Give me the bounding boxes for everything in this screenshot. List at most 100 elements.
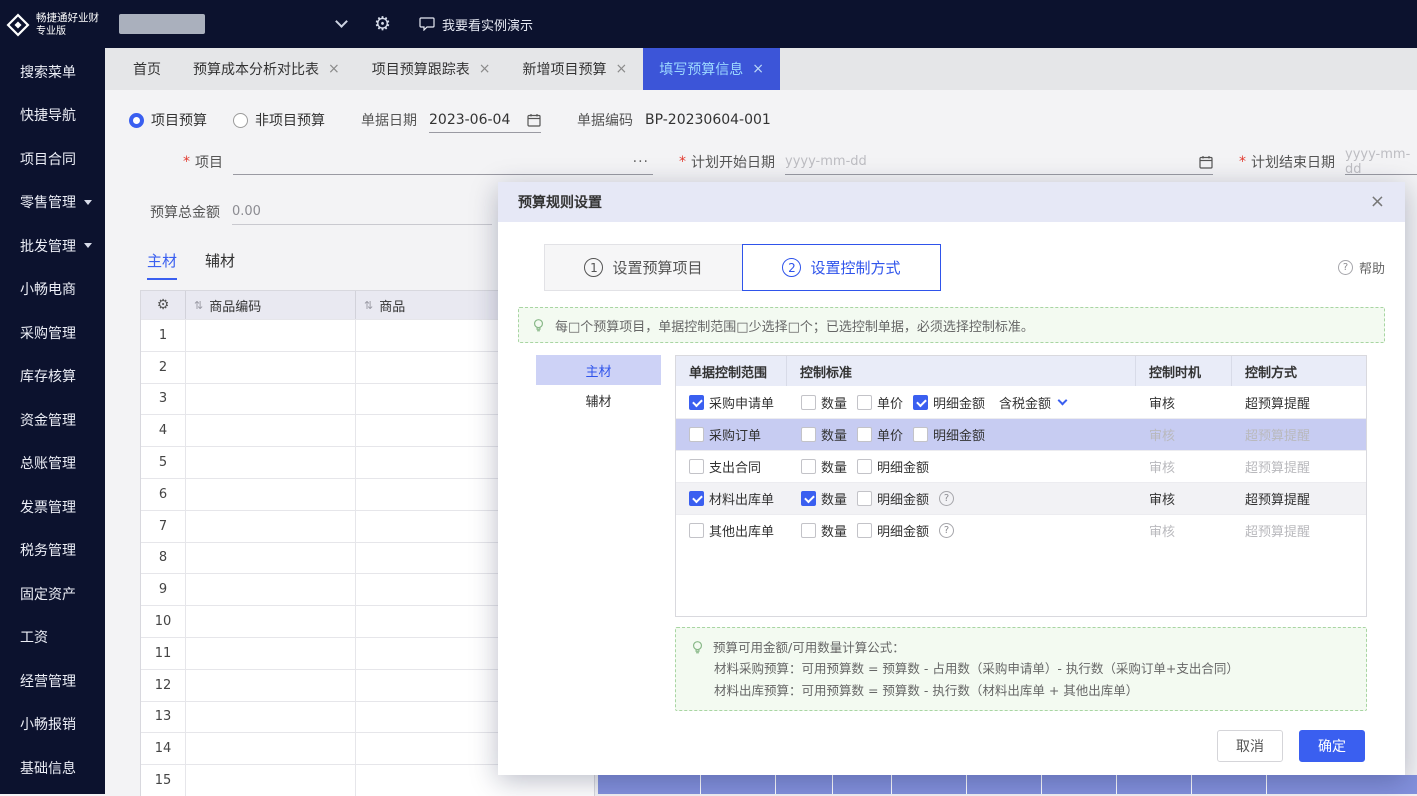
rule-row-4[interactable]: 其他出库单 数量 明细金额? 审核 超预算提醒 bbox=[676, 514, 1366, 546]
checkbox[interactable] bbox=[801, 427, 816, 442]
sidebar-item-4[interactable]: 批发管理 bbox=[0, 224, 105, 268]
side-tab-aux-material[interactable]: 辅材 bbox=[536, 385, 661, 415]
cancel-button[interactable]: 取消 bbox=[1217, 730, 1283, 762]
close-icon[interactable]: × bbox=[328, 61, 340, 77]
cell-product-code[interactable] bbox=[186, 447, 356, 478]
cell-product-code[interactable] bbox=[186, 765, 356, 796]
tab-main-material[interactable]: 主材 bbox=[147, 250, 178, 280]
sidebar-item-11[interactable]: 税务管理 bbox=[0, 529, 105, 573]
document-tab-2[interactable]: 项目预算跟踪表 × bbox=[356, 48, 507, 90]
confirm-button[interactable]: 确定 bbox=[1299, 730, 1365, 762]
checkbox[interactable] bbox=[689, 523, 704, 538]
checkbox[interactable] bbox=[801, 523, 816, 538]
sort-icon[interactable]: ⇅ bbox=[194, 299, 203, 312]
standard-checkbox[interactable]: 单价 bbox=[857, 425, 903, 444]
radio-project-budget[interactable]: 项目预算 bbox=[129, 110, 207, 130]
cell-product-code[interactable] bbox=[186, 510, 356, 542]
cell-product-code[interactable] bbox=[186, 669, 356, 701]
close-icon[interactable]: × bbox=[615, 61, 627, 77]
chevron-down-icon[interactable] bbox=[335, 15, 348, 28]
document-tab-4[interactable]: 填写预算信息 × bbox=[643, 48, 780, 90]
doc-checkbox[interactable]: 支出合同 bbox=[689, 457, 761, 476]
standard-checkbox[interactable]: 数量 bbox=[801, 489, 847, 508]
cell-product-code[interactable] bbox=[186, 637, 356, 669]
sidebar-item-16[interactable]: 基础信息 bbox=[0, 746, 105, 790]
standard-checkbox[interactable]: 单价 bbox=[857, 393, 903, 412]
doc-checkbox[interactable]: 其他出库单 bbox=[689, 521, 774, 540]
sidebar-item-13[interactable]: 工资 bbox=[0, 616, 105, 660]
checkbox[interactable] bbox=[801, 394, 816, 410]
close-icon[interactable]: × bbox=[1370, 193, 1385, 211]
checkbox[interactable] bbox=[801, 459, 816, 474]
gear-icon[interactable]: ⚙ bbox=[374, 14, 391, 34]
checkbox[interactable] bbox=[857, 523, 873, 538]
demo-link[interactable]: 我要看实例演示 bbox=[419, 15, 533, 34]
checkbox[interactable] bbox=[689, 394, 704, 410]
rule-row-1[interactable]: 采购订单 数量 单价 明细金额 审核 超预算提醒 bbox=[676, 418, 1366, 450]
sidebar-item-9[interactable]: 总账管理 bbox=[0, 442, 105, 486]
calendar-icon[interactable] bbox=[1199, 155, 1213, 169]
checkbox[interactable] bbox=[857, 394, 873, 410]
checkbox[interactable] bbox=[857, 427, 873, 442]
cell-product-code[interactable] bbox=[186, 478, 356, 510]
checkbox[interactable] bbox=[913, 394, 929, 410]
project-input[interactable]: ··· bbox=[233, 149, 653, 175]
tab-aux-material[interactable]: 辅材 bbox=[205, 250, 235, 280]
rule-row-2[interactable]: 支出合同 数量 明细金额 审核 超预算提醒 bbox=[676, 450, 1366, 482]
plan-start-input[interactable]: yyyy-mm-dd bbox=[785, 149, 1213, 175]
rule-row-3[interactable]: 材料出库单 数量 明细金额? 审核 超预算提醒 bbox=[676, 482, 1366, 514]
cell-product-code[interactable] bbox=[186, 415, 356, 447]
sidebar-item-1[interactable]: 快捷导航 bbox=[0, 94, 105, 138]
doc-checkbox[interactable]: 采购申请单 bbox=[689, 393, 774, 412]
gear-icon[interactable]: ⚙ bbox=[157, 298, 170, 312]
side-tab-main-material[interactable]: 主材 bbox=[536, 355, 661, 385]
standard-checkbox[interactable]: 数量 bbox=[801, 425, 847, 444]
standard-checkbox[interactable]: 明细金额 bbox=[913, 425, 985, 444]
sidebar-item-10[interactable]: 发票管理 bbox=[0, 485, 105, 529]
standard-checkbox[interactable]: 数量 bbox=[801, 393, 847, 412]
checkbox[interactable] bbox=[857, 459, 873, 474]
sidebar-item-2[interactable]: 项目合同 bbox=[0, 137, 105, 181]
help-icon[interactable]: ? bbox=[939, 491, 955, 506]
ellipsis-picker-icon[interactable]: ··· bbox=[633, 154, 653, 170]
standard-checkbox[interactable]: 数量 bbox=[801, 457, 847, 476]
cell-product-code[interactable] bbox=[186, 351, 356, 383]
checkbox[interactable] bbox=[913, 427, 929, 442]
checkbox[interactable] bbox=[689, 427, 704, 442]
plan-end-input[interactable]: yyyy-mm-dd bbox=[1345, 147, 1417, 177]
checkbox[interactable] bbox=[689, 459, 704, 474]
doc-checkbox[interactable]: 采购订单 bbox=[689, 425, 761, 444]
sidebar-item-12[interactable]: 固定资产 bbox=[0, 572, 105, 616]
sidebar-item-14[interactable]: 经营管理 bbox=[0, 659, 105, 703]
standard-checkbox[interactable]: 数量 bbox=[801, 521, 847, 540]
cell-product-code[interactable] bbox=[186, 733, 356, 765]
cell-product-code[interactable] bbox=[186, 701, 356, 733]
help-link[interactable]: ? 帮助 bbox=[1337, 258, 1385, 277]
standard-checkbox[interactable]: 明细金额 bbox=[857, 457, 929, 476]
tax-type-dropdown[interactable]: 含税金额 bbox=[999, 393, 1068, 412]
cell-product-code[interactable] bbox=[186, 574, 356, 606]
document-tab-1[interactable]: 预算成本分析对比表 × bbox=[177, 48, 356, 90]
checkbox[interactable] bbox=[857, 491, 873, 506]
close-icon[interactable]: × bbox=[479, 61, 491, 77]
sort-icon[interactable]: ⇅ bbox=[364, 299, 373, 312]
standard-checkbox[interactable]: 明细金额 bbox=[857, 489, 929, 508]
doc-checkbox[interactable]: 材料出库单 bbox=[689, 489, 774, 508]
standard-checkbox[interactable]: 明细金额 bbox=[857, 521, 929, 540]
close-icon[interactable]: × bbox=[752, 61, 764, 77]
cell-product-code[interactable] bbox=[186, 542, 356, 574]
cell-product-code[interactable] bbox=[186, 320, 356, 351]
tab-set-budget-items[interactable]: 1 设置预算项目 bbox=[544, 244, 743, 291]
cell-product-code[interactable] bbox=[186, 606, 356, 637]
standard-checkbox[interactable]: 明细金额 bbox=[913, 393, 985, 412]
sidebar-item-0[interactable]: 搜索菜单 bbox=[0, 50, 105, 94]
cell-product-code[interactable] bbox=[186, 383, 356, 415]
sidebar-item-7[interactable]: 库存核算 bbox=[0, 355, 105, 399]
sidebar-item-5[interactable]: 小畅电商 bbox=[0, 268, 105, 312]
rule-row-0[interactable]: 采购申请单 数量 单价 明细金额 含税金额 审核 超预算提醒 bbox=[676, 386, 1366, 418]
doc-date-input[interactable]: 2023-06-04 bbox=[429, 107, 541, 133]
checkbox[interactable] bbox=[801, 491, 816, 506]
tab-set-control-method[interactable]: 2 设置控制方式 bbox=[742, 244, 941, 291]
calendar-icon[interactable] bbox=[527, 113, 541, 127]
document-tab-0[interactable]: 首页 bbox=[117, 48, 177, 90]
